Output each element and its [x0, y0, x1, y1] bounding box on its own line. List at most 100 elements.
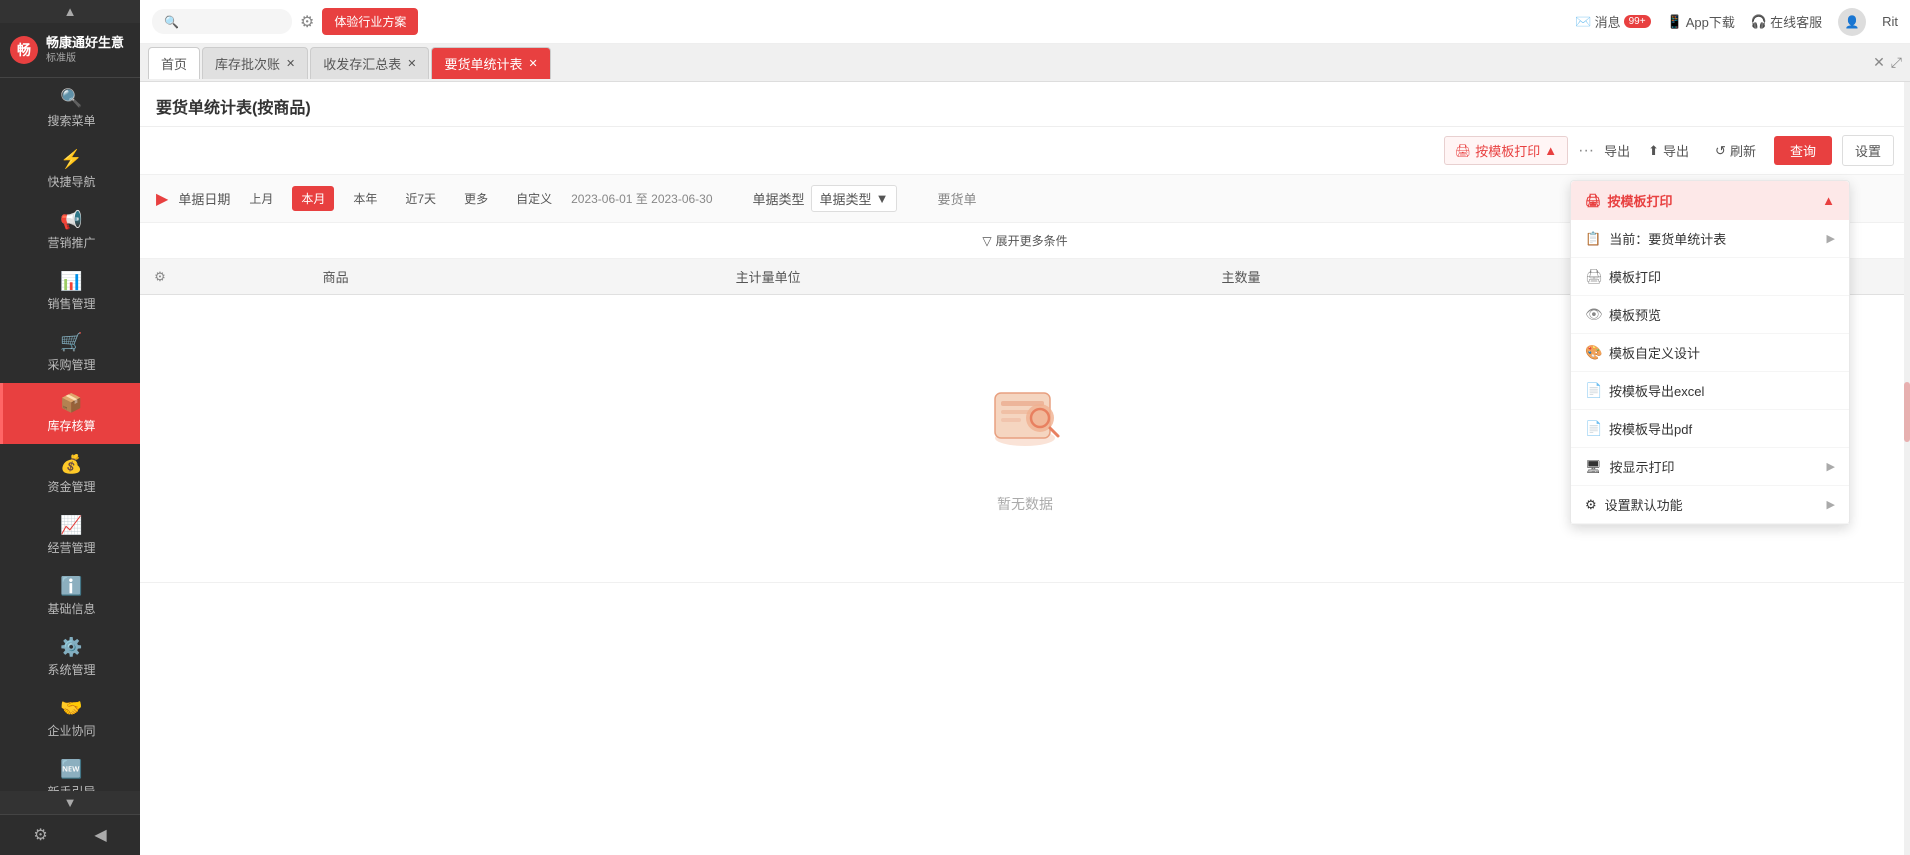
- tab-order-stats-close[interactable]: ✕: [529, 57, 538, 70]
- sidebar-label-search: 搜索菜单: [47, 112, 95, 129]
- sidebar-item-purchase[interactable]: 🛒 采购管理: [0, 322, 140, 383]
- dropdown-display-print[interactable]: 🖥 按显示打印 ▶: [1571, 448, 1849, 486]
- scrollbar-thumb[interactable]: [1904, 382, 1910, 442]
- finance-icon: 💰: [60, 454, 82, 475]
- template-print-button[interactable]: 🖨 按模板打印 ▲: [1444, 136, 1568, 165]
- table-settings-icon[interactable]: ⚙: [154, 269, 166, 284]
- sidebar-label-system: 系统管理: [47, 661, 95, 678]
- export-label[interactable]: 导出: [1604, 141, 1630, 160]
- date-btn-custom[interactable]: 自定义: [507, 186, 561, 211]
- export-button[interactable]: ⬆ 导出: [1640, 137, 1697, 164]
- date-btn-more[interactable]: 更多: [455, 186, 497, 211]
- topbar-search-icon: 🔍: [164, 15, 179, 29]
- tab-receipt-summary-label: 收发存汇总表: [323, 54, 401, 73]
- col-settings-header[interactable]: ⚙: [140, 259, 180, 295]
- sidebar-scroll-down[interactable]: ▼: [0, 791, 140, 814]
- date-btn-current-year[interactable]: 本年: [344, 186, 386, 211]
- sidebar-settings-icon[interactable]: ⚙: [33, 825, 47, 845]
- date-btn-last-7-days[interactable]: 近7天: [396, 186, 445, 211]
- app-download-label: App下载: [1686, 12, 1735, 31]
- tab-receipt-summary[interactable]: 收发存汇总表 ✕: [310, 47, 429, 79]
- type-filter-select[interactable]: 单据类型 ▼: [811, 185, 898, 212]
- sidebar-item-shortcut[interactable]: ⚡ 快捷导航: [0, 139, 140, 200]
- message-area[interactable]: ✉️ 消息 99+: [1575, 12, 1650, 31]
- topbar-search[interactable]: 🔍: [152, 9, 292, 34]
- date-btn-prev-month[interactable]: 上月: [240, 186, 282, 211]
- dropdown-template-excel[interactable]: 📄 按模板导出excel: [1571, 372, 1849, 410]
- settings-button[interactable]: 设置: [1842, 135, 1894, 166]
- basic-icon: ℹ️: [60, 576, 82, 597]
- date-btn-current-month[interactable]: 本月: [292, 186, 334, 211]
- tab-home[interactable]: 首页: [148, 47, 200, 79]
- topbar-settings-icon[interactable]: ⚙: [300, 12, 314, 32]
- tab-batch-account-close[interactable]: ✕: [286, 57, 295, 70]
- default-settings-label: 设置默认功能: [1605, 495, 1683, 514]
- display-print-chevron: ▶: [1827, 460, 1835, 473]
- filter-toggle-icon[interactable]: ▶: [156, 189, 168, 209]
- sidebar-item-inventory[interactable]: 📦 库存核算: [0, 383, 140, 444]
- sidebar-scroll-up[interactable]: ▲: [0, 0, 140, 23]
- template-pdf-label: 按模板导出pdf: [1609, 419, 1692, 438]
- template-custom-icon: 🎨: [1585, 344, 1601, 361]
- sidebar-nav: 🔍 搜索菜单 ⚡ 快捷导航 📢 营销推广 📊 销售管理 🛒 采购管理 📦 库存核…: [0, 78, 140, 791]
- sidebar-item-basic[interactable]: ℹ️ 基础信息: [0, 566, 140, 627]
- type-filter-chevron: ▼: [876, 191, 889, 206]
- template-preview-icon: 👁: [1585, 306, 1601, 323]
- tab-receipt-summary-close[interactable]: ✕: [407, 57, 416, 70]
- message-badge: 99+: [1624, 15, 1651, 28]
- sidebar-item-enterprise[interactable]: 🤝 企业协同: [0, 688, 140, 749]
- tab-close-all-icon[interactable]: ✕: [1873, 54, 1885, 71]
- refresh-button[interactable]: ↺ 刷新: [1707, 137, 1764, 164]
- sidebar-label-finance: 资金管理: [47, 478, 95, 495]
- expand-icon: ▽: [982, 234, 991, 248]
- sidebar-item-sales[interactable]: 📊 销售管理: [0, 261, 140, 322]
- dropdown-template-pdf[interactable]: 📄 按模板导出pdf: [1571, 410, 1849, 448]
- dropdown-default-settings[interactable]: ⚙ 设置默认功能 ▶: [1571, 486, 1849, 524]
- online-service-area[interactable]: 🎧 在线客服: [1751, 12, 1822, 31]
- tab-order-stats[interactable]: 要货单统计表 ✕: [431, 47, 550, 79]
- sidebar-item-marketing[interactable]: 📢 营销推广: [0, 200, 140, 261]
- dropdown-template-custom[interactable]: 🎨 模板自定义设计: [1571, 334, 1849, 372]
- query-button[interactable]: 查询: [1774, 136, 1832, 165]
- topbar: 🔍 ⚙ 体验行业方案 ✉️ 消息 99+ 📱 App下载 🎧 在线客服 👤: [140, 0, 1910, 44]
- more-actions-icon[interactable]: ···: [1578, 142, 1594, 160]
- topbar-left: 🔍 ⚙ 体验行业方案: [152, 8, 1567, 35]
- sidebar: ▲ 畅 畅康通好生意 标准版 🔍 搜索菜单 ⚡ 快捷导航 📢 营销推广 📊 销售…: [0, 0, 140, 855]
- sidebar-label-basic: 基础信息: [47, 600, 95, 617]
- expand-conditions-button[interactable]: ▽ 展开更多条件: [974, 229, 1075, 252]
- dropdown-chevron-up: ▲: [1822, 193, 1835, 208]
- app-logo: 畅 畅康通好生意 标准版: [0, 23, 140, 78]
- template-print-chevron: ▲: [1544, 143, 1557, 158]
- export-icon: ⬆: [1648, 143, 1659, 159]
- system-icon: ⚙️: [60, 637, 82, 658]
- industry-solution-button[interactable]: 体验行业方案: [322, 8, 418, 35]
- action-bar: 🖨 按模板打印 ▲ ··· 导出 ⬆ 导出 ↺ 刷新 查询 设置: [140, 127, 1910, 175]
- dropdown-title: 按模板打印: [1608, 191, 1673, 210]
- display-print-icon: 🖥: [1585, 459, 1602, 475]
- dropdown-current-template[interactable]: 📋 当前：要货单统计表 ▶: [1571, 220, 1849, 258]
- type-filter-value: 单据类型: [820, 189, 872, 208]
- current-template-label: 当前：要货单统计表: [1609, 229, 1726, 248]
- purchase-icon: 🛒: [60, 332, 82, 353]
- sidebar-item-search[interactable]: 🔍 搜索菜单: [0, 78, 140, 139]
- online-service-label: 在线客服: [1770, 12, 1822, 31]
- template-custom-label: 模板自定义设计: [1609, 343, 1700, 362]
- dropdown-header: 🖨 按模板打印 ▲: [1571, 181, 1849, 220]
- tab-batch-account[interactable]: 库存批次账 ✕: [202, 47, 308, 79]
- app-edition: 标准版: [46, 52, 124, 65]
- dropdown-template-print[interactable]: 🖨 模板打印: [1571, 258, 1849, 296]
- inventory-icon: 📦: [60, 393, 82, 414]
- page-header: 要货单统计表(按商品): [140, 82, 1910, 127]
- user-name[interactable]: Rit: [1882, 14, 1898, 29]
- app-download-area[interactable]: 📱 App下载: [1667, 12, 1735, 31]
- dropdown-template-preview[interactable]: 👁 模板预览: [1571, 296, 1849, 334]
- tab-expand-icon[interactable]: ⤢: [1891, 54, 1902, 71]
- user-avatar[interactable]: 👤: [1838, 8, 1866, 36]
- sidebar-collapse-icon[interactable]: ◀: [94, 825, 106, 845]
- sidebar-item-finance[interactable]: 💰 资金管理: [0, 444, 140, 505]
- dropdown-display-print-left: 🖥 按显示打印: [1585, 457, 1675, 476]
- sidebar-item-guide[interactable]: 🆕 新手引导: [0, 749, 140, 791]
- search-nav-icon: 🔍: [60, 88, 82, 109]
- sidebar-item-operation[interactable]: 📈 经营管理: [0, 505, 140, 566]
- sidebar-item-system[interactable]: ⚙️ 系统管理: [0, 627, 140, 688]
